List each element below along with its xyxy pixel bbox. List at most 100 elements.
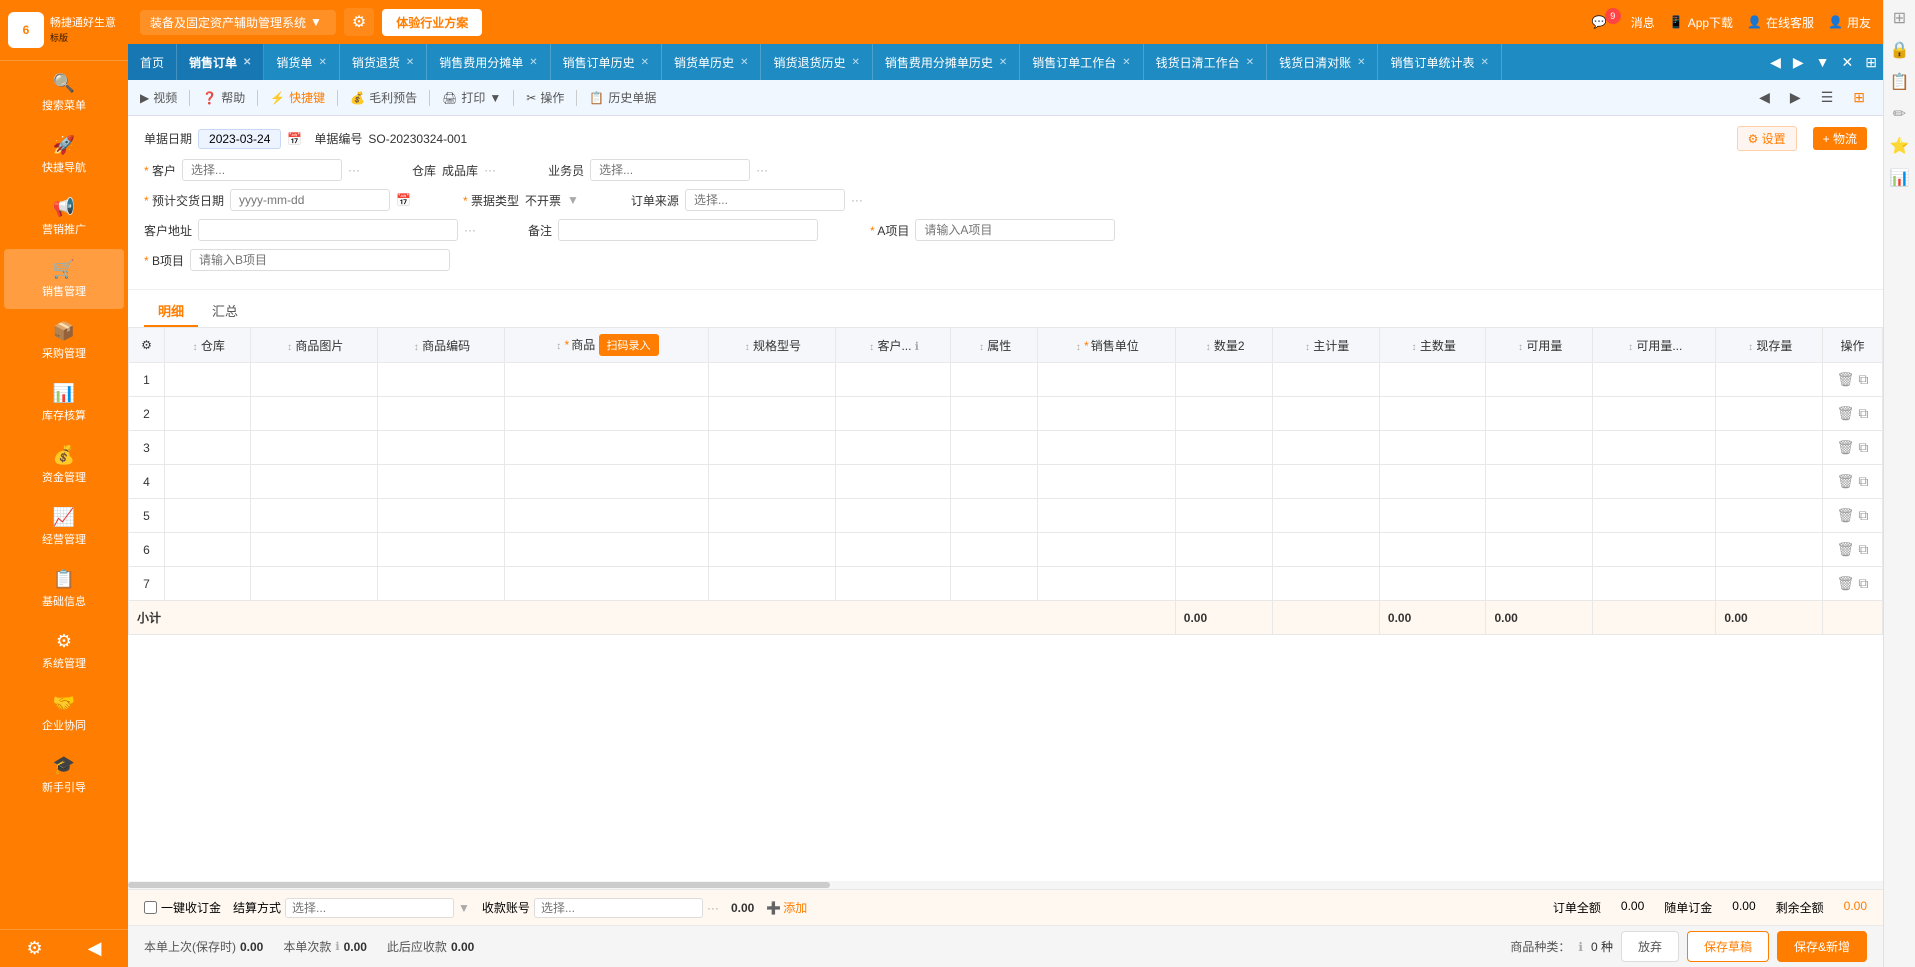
- row-qty2-0[interactable]: [1175, 363, 1273, 397]
- salesperson-input[interactable]: [590, 159, 750, 181]
- row-unit-6[interactable]: [1037, 567, 1175, 601]
- row-current-6[interactable]: [1716, 567, 1823, 601]
- tab-close-6[interactable]: ✕: [740, 57, 748, 68]
- save-draft-button[interactable]: 保存草稿: [1687, 931, 1769, 962]
- payment-method-input[interactable]: [285, 898, 454, 918]
- row-current-0[interactable]: [1716, 363, 1823, 397]
- tab-item-10[interactable]: 钱货日清工作台✕: [1144, 44, 1267, 80]
- row-available2-1[interactable]: [1593, 397, 1716, 431]
- row-available2-5[interactable]: [1593, 533, 1716, 567]
- tab-item-11[interactable]: 钱货日清对账✕: [1267, 44, 1378, 80]
- add-btn[interactable]: ➕ 添加: [766, 899, 807, 916]
- action-operations[interactable]: ✂ 操作: [526, 89, 564, 106]
- sidebar-item-6[interactable]: 💰 资金管理: [4, 435, 124, 495]
- tab-close-btn[interactable]: ✕: [1836, 44, 1860, 80]
- topbar-settings-button[interactable]: ⚙: [344, 8, 374, 36]
- table-row[interactable]: 2 🗑 ⧉: [129, 397, 1883, 431]
- logistics-btn[interactable]: + 物流: [1823, 130, 1857, 147]
- order-source-dots[interactable]: ···: [851, 193, 863, 207]
- action-help[interactable]: ❓ 帮助: [202, 89, 245, 106]
- row-available-2[interactable]: [1486, 431, 1593, 465]
- row-spec-5[interactable]: [708, 533, 835, 567]
- sidebar-item-7[interactable]: 📈 经营管理: [4, 497, 124, 557]
- customer-dots[interactable]: ···: [348, 163, 360, 177]
- tab-item-7[interactable]: 销货退货历史✕: [761, 44, 872, 80]
- row-main-qty-0[interactable]: [1379, 363, 1486, 397]
- row-copy-0[interactable]: ⧉: [1858, 371, 1868, 388]
- invoice-value[interactable]: 不开票: [525, 192, 561, 209]
- tab-close-7[interactable]: ✕: [851, 57, 859, 68]
- online-service-item[interactable]: 👤 在线客服: [1747, 14, 1814, 31]
- calendar-icon[interactable]: 📅: [287, 132, 302, 146]
- discard-button[interactable]: 放弃: [1621, 931, 1679, 962]
- row-warehouse-1[interactable]: [165, 397, 251, 431]
- row-attr-0[interactable]: [951, 363, 1037, 397]
- row-copy-5[interactable]: ⧉: [1858, 541, 1868, 558]
- one-click-checkbox[interactable]: [144, 901, 157, 914]
- address-dots[interactable]: ···: [464, 223, 476, 237]
- row-product-0[interactable]: [504, 363, 708, 397]
- tab-more-btn[interactable]: ▼: [1810, 44, 1836, 80]
- row-image-4[interactable]: [251, 499, 378, 533]
- row-qty2-1[interactable]: [1175, 397, 1273, 431]
- th-settings[interactable]: ⚙: [129, 328, 165, 363]
- row-qty2-6[interactable]: [1175, 567, 1273, 601]
- row-main-unit-0[interactable]: [1273, 363, 1380, 397]
- table-row[interactable]: 6 🗑 ⧉: [129, 533, 1883, 567]
- row-code-4[interactable]: [378, 499, 505, 533]
- action-print[interactable]: 🖨 打印 ▼: [442, 89, 501, 106]
- row-attr-4[interactable]: [951, 499, 1037, 533]
- action-grid-btn[interactable]: ⊞: [1847, 84, 1871, 112]
- payment-dropdown-icon[interactable]: ▼: [458, 901, 470, 915]
- system-selector[interactable]: 装备及固定资产辅助管理系统 ▼: [140, 10, 336, 35]
- table-row[interactable]: 3 🗑 ⧉: [129, 431, 1883, 465]
- tab-item-1[interactable]: 销售订单✕: [177, 44, 264, 80]
- row-current-2[interactable]: [1716, 431, 1823, 465]
- tab-item-3[interactable]: 销货退货✕: [340, 44, 427, 80]
- row-spec-2[interactable]: [708, 431, 835, 465]
- row-current-4[interactable]: [1716, 499, 1823, 533]
- right-panel-icon-4[interactable]: ✏: [1893, 104, 1906, 124]
- row-customer-code-4[interactable]: [835, 499, 951, 533]
- row-image-2[interactable]: [251, 431, 378, 465]
- sidebar-item-2[interactable]: 📢 营销推广: [4, 187, 124, 247]
- settings-icon[interactable]: ⚙ 设置: [1748, 130, 1786, 147]
- row-copy-2[interactable]: ⧉: [1858, 439, 1868, 456]
- tab-close-3[interactable]: ✕: [406, 57, 414, 68]
- row-current-3[interactable]: [1716, 465, 1823, 499]
- sidebar-item-8[interactable]: 📋 基础信息: [4, 559, 124, 619]
- row-main-qty-1[interactable]: [1379, 397, 1486, 431]
- tab-expand-btn[interactable]: ⊞: [1859, 44, 1883, 80]
- row-attr-3[interactable]: [951, 465, 1037, 499]
- row-available-1[interactable]: [1486, 397, 1593, 431]
- salesperson-dots[interactable]: ···: [756, 163, 768, 177]
- warehouse-value[interactable]: 成品库: [442, 162, 478, 179]
- receipt-no-input[interactable]: [534, 898, 703, 918]
- sidebar-item-3[interactable]: 🛒 销售管理: [4, 249, 124, 309]
- notification-item[interactable]: 💬 9 消息: [1592, 14, 1655, 31]
- tab-close-2[interactable]: ✕: [318, 57, 326, 68]
- table-row[interactable]: 5 🗑 ⧉: [129, 499, 1883, 533]
- row-current-1[interactable]: [1716, 397, 1823, 431]
- row-warehouse-0[interactable]: [165, 363, 251, 397]
- row-product-1[interactable]: [504, 397, 708, 431]
- data-table-wrap[interactable]: ⚙ ↕ 仓库 ↕ 商品图片 ↕ 商品编码 ↕ *商品 扫码录入 ↕ 规格型号 ↕…: [128, 327, 1883, 881]
- row-warehouse-2[interactable]: [165, 431, 251, 465]
- row-unit-2[interactable]: [1037, 431, 1175, 465]
- row-warehouse-4[interactable]: [165, 499, 251, 533]
- row-warehouse-6[interactable]: [165, 567, 251, 601]
- row-image-5[interactable]: [251, 533, 378, 567]
- row-product-2[interactable]: [504, 431, 708, 465]
- row-warehouse-3[interactable]: [165, 465, 251, 499]
- tab-close-5[interactable]: ✕: [641, 57, 649, 68]
- tab-prev-btn[interactable]: ◀: [1764, 44, 1787, 80]
- row-available2-3[interactable]: [1593, 465, 1716, 499]
- action-history[interactable]: 📋 历史单据: [589, 89, 656, 106]
- sidebar-item-10[interactable]: 🤝 企业协同: [4, 683, 124, 743]
- row-product-4[interactable]: [504, 499, 708, 533]
- sidebar-collapse-icon[interactable]: ◀: [88, 938, 102, 959]
- sidebar-item-0[interactable]: 🔍 搜索菜单: [4, 63, 124, 123]
- tab-next-btn[interactable]: ▶: [1787, 44, 1810, 80]
- row-warehouse-5[interactable]: [165, 533, 251, 567]
- action-list-btn[interactable]: ☰: [1815, 84, 1840, 112]
